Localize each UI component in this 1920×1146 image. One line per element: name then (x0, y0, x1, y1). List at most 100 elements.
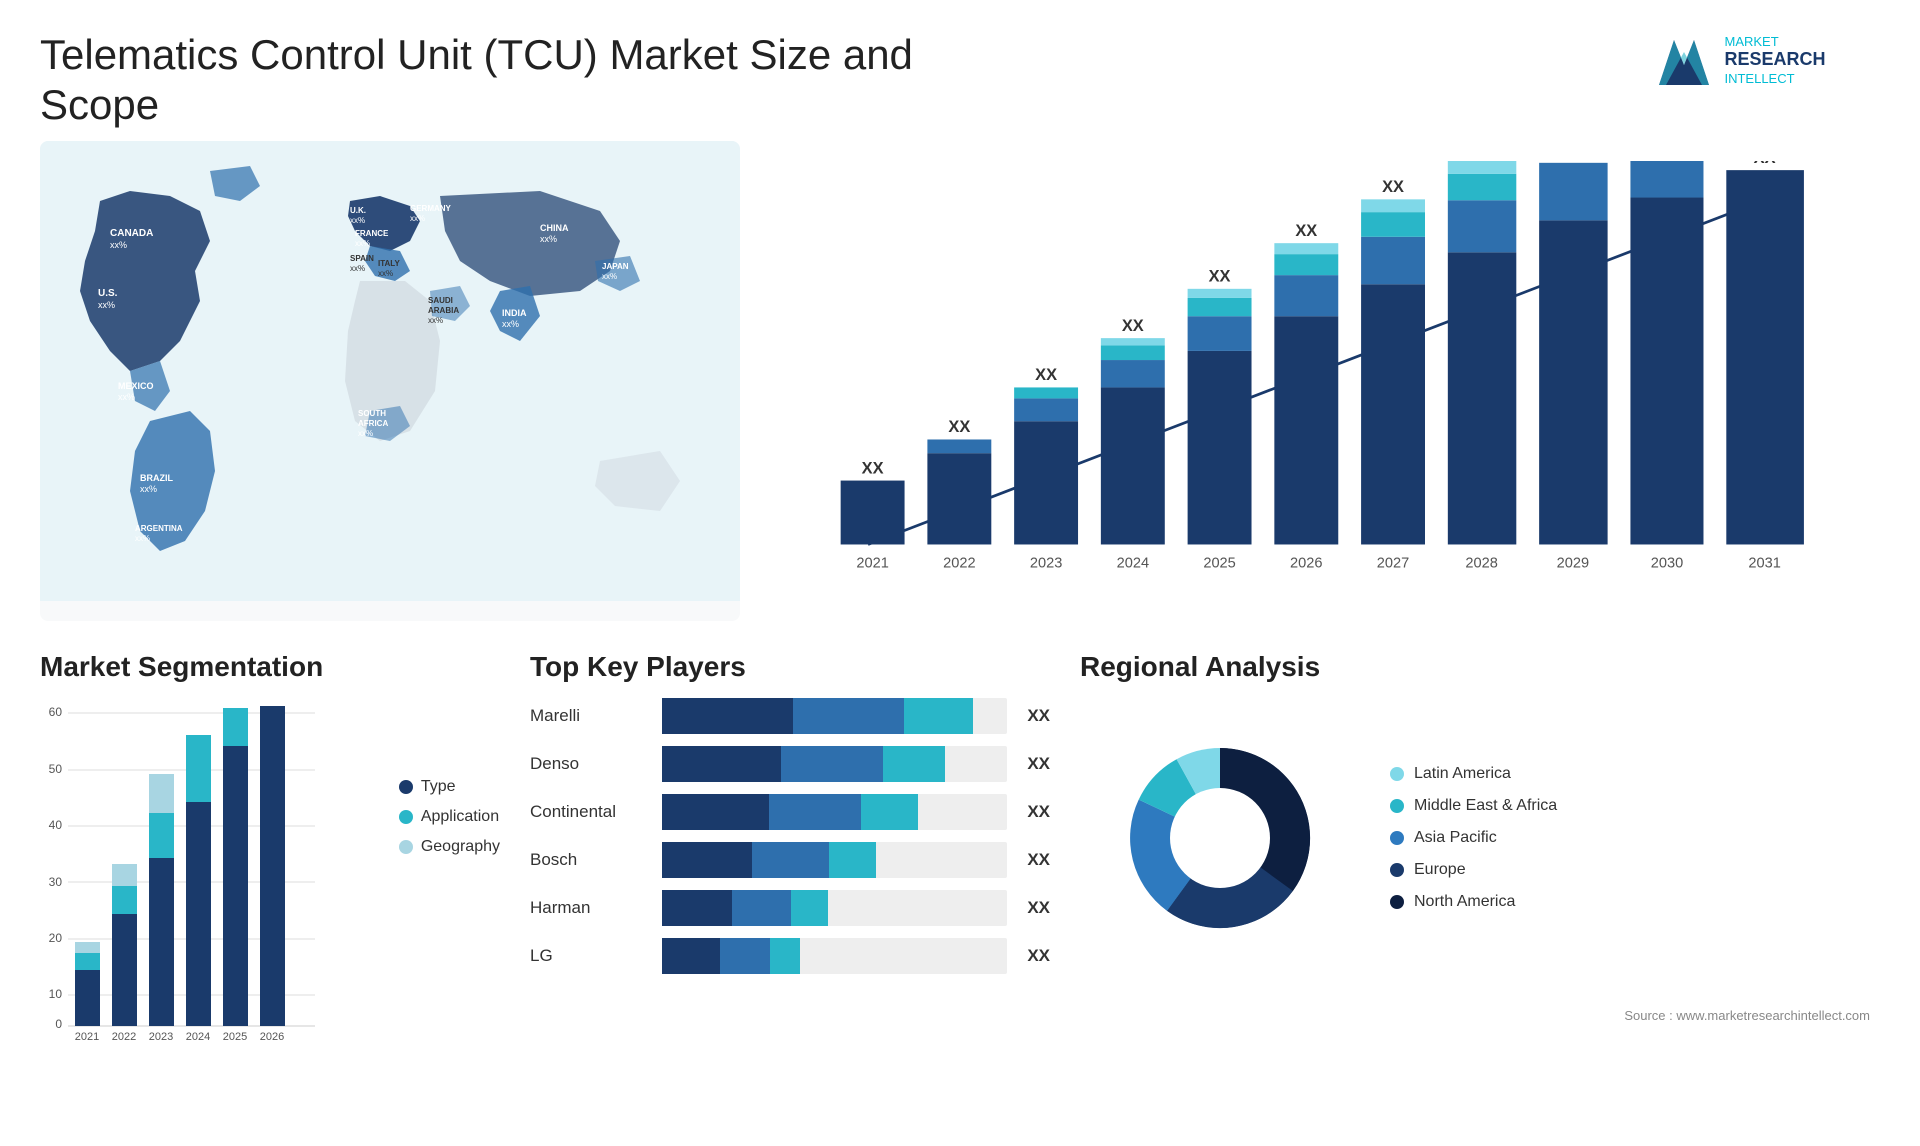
svg-text:40: 40 (49, 818, 63, 832)
svg-text:XX: XX (1382, 178, 1404, 196)
svg-text:2022: 2022 (943, 555, 975, 571)
legend-latin-america: Latin America (1390, 765, 1557, 783)
svg-text:2023: 2023 (149, 1031, 173, 1043)
svg-text:GERMANY: GERMANY (410, 204, 452, 213)
seg-chart-svg: 60 50 40 30 20 10 0 (40, 698, 320, 1048)
key-players-title: Top Key Players (530, 651, 1050, 683)
svg-text:2029: 2029 (1557, 555, 1589, 571)
svg-text:SAUDI: SAUDI (428, 296, 453, 305)
player-bar-marelli (662, 698, 1007, 734)
svg-text:60: 60 (49, 705, 63, 719)
svg-text:2027: 2027 (1377, 555, 1409, 571)
svg-text:xx%: xx% (428, 316, 443, 325)
regional-title: Regional Analysis (1080, 651, 1880, 683)
svg-text:xx%: xx% (350, 264, 365, 273)
main-content: CANADA xx% U.S. xx% MEXICO xx% BRAZIL xx… (0, 141, 1920, 1101)
svg-text:2025: 2025 (223, 1031, 247, 1043)
svg-text:2024: 2024 (186, 1031, 210, 1043)
player-bar-harman (662, 890, 1007, 926)
legend-asia-pacific: Asia Pacific (1390, 829, 1557, 847)
svg-text:XX: XX (862, 459, 884, 477)
segmentation-legend: Type Application Geography (399, 698, 500, 856)
world-map: CANADA xx% U.S. xx% MEXICO xx% BRAZIL xx… (40, 141, 740, 621)
svg-text:MEXICO: MEXICO (118, 381, 154, 391)
legend-type: Type (399, 778, 500, 796)
svg-text:ARABIA: ARABIA (428, 306, 459, 315)
legend-geography: Geography (399, 838, 500, 856)
player-row-continental: Continental XX (530, 794, 1050, 830)
logo-box: MARKET RESEARCH INTELLECT (1654, 30, 1825, 90)
dot-europe (1390, 863, 1404, 877)
svg-text:XX: XX (1122, 317, 1144, 335)
top-row: CANADA xx% U.S. xx% MEXICO xx% BRAZIL xx… (40, 141, 1880, 621)
dot-ap (1390, 831, 1404, 845)
svg-text:xx%: xx% (110, 240, 127, 250)
map-svg: CANADA xx% U.S. xx% MEXICO xx% BRAZIL xx… (40, 141, 740, 601)
svg-text:2030: 2030 (1651, 555, 1683, 571)
legend-dot-geography (399, 840, 413, 854)
svg-text:xx%: xx% (358, 429, 373, 438)
dot-mea (1390, 799, 1404, 813)
legend-north-america: North America (1390, 893, 1557, 911)
map-label-canada: CANADA (110, 228, 153, 239)
regional-content: Latin America Middle East & Africa Asia … (1080, 698, 1880, 978)
svg-text:2023: 2023 (1030, 555, 1062, 571)
svg-text:U.K.: U.K. (350, 206, 366, 215)
player-bar-bosch (662, 842, 1007, 878)
svg-text:xx%: xx% (410, 214, 425, 223)
svg-text:50: 50 (49, 762, 63, 776)
svg-text:xx%: xx% (135, 534, 150, 543)
player-bar-lg (662, 938, 1007, 974)
svg-text:FRANCE: FRANCE (355, 229, 389, 238)
svg-text:JAPAN: JAPAN (602, 262, 629, 271)
svg-text:xx%: xx% (355, 239, 370, 248)
svg-text:ITALY: ITALY (378, 259, 400, 268)
svg-text:xx%: xx% (350, 216, 365, 225)
market-segmentation-section: Market Segmentation 60 50 40 30 20 10 0 (40, 641, 500, 1101)
regional-legend: Latin America Middle East & Africa Asia … (1390, 765, 1557, 911)
svg-text:XX: XX (1035, 366, 1057, 384)
legend-application: Application (399, 808, 500, 826)
svg-text:2028: 2028 (1465, 555, 1497, 571)
donut-svg (1080, 698, 1360, 978)
legend-mea: Middle East & Africa (1390, 797, 1557, 815)
bar-chart-area: XX 2021 XX 2022 XX 2023 (770, 141, 1880, 621)
svg-text:xx%: xx% (98, 300, 115, 310)
key-players-section: Top Key Players Marelli XX Denso (530, 641, 1050, 1101)
player-row-harman: Harman XX (530, 890, 1050, 926)
donut-chart (1080, 698, 1360, 978)
page-title: Telematics Control Unit (TCU) Market Siz… (40, 30, 940, 131)
svg-text:XX: XX (1209, 267, 1231, 285)
svg-text:10: 10 (49, 987, 63, 1001)
svg-text:SOUTH: SOUTH (358, 409, 386, 418)
svg-text:CHINA: CHINA (540, 223, 569, 233)
svg-text:xx%: xx% (502, 319, 519, 329)
svg-text:BRAZIL: BRAZIL (140, 473, 173, 483)
svg-text:xx%: xx% (118, 392, 135, 402)
svg-text:XX: XX (1295, 222, 1317, 240)
svg-text:30: 30 (49, 875, 63, 889)
logo-area: MARKET RESEARCH INTELLECT (1600, 30, 1880, 90)
bottom-row: Market Segmentation 60 50 40 30 20 10 0 (40, 641, 1880, 1101)
svg-text:xx%: xx% (602, 272, 617, 281)
source-text: Source : www.marketresearchintellect.com (1080, 1008, 1880, 1023)
svg-text:0: 0 (55, 1017, 62, 1031)
svg-text:XX: XX (948, 418, 970, 436)
bar-chart-svg: XX 2021 XX 2022 XX 2023 (790, 161, 1850, 581)
svg-text:U.S.: U.S. (98, 288, 118, 299)
svg-text:2026: 2026 (1290, 555, 1322, 571)
svg-text:2025: 2025 (1203, 555, 1235, 571)
player-row-lg: LG XX (530, 938, 1050, 974)
svg-text:2024: 2024 (1117, 555, 1149, 571)
svg-text:SPAIN: SPAIN (350, 254, 374, 263)
player-row-bosch: Bosch XX (530, 842, 1050, 878)
player-bar-denso (662, 746, 1007, 782)
svg-text:xx%: xx% (378, 269, 393, 278)
svg-text:2031: 2031 (1748, 555, 1780, 571)
svg-text:2021: 2021 (856, 555, 888, 571)
segmentation-chart: 60 50 40 30 20 10 0 (40, 698, 379, 1053)
svg-text:AFRICA: AFRICA (358, 419, 388, 428)
player-bar-continental (662, 794, 1007, 830)
legend-dot-type (399, 780, 413, 794)
legend-dot-application (399, 810, 413, 824)
